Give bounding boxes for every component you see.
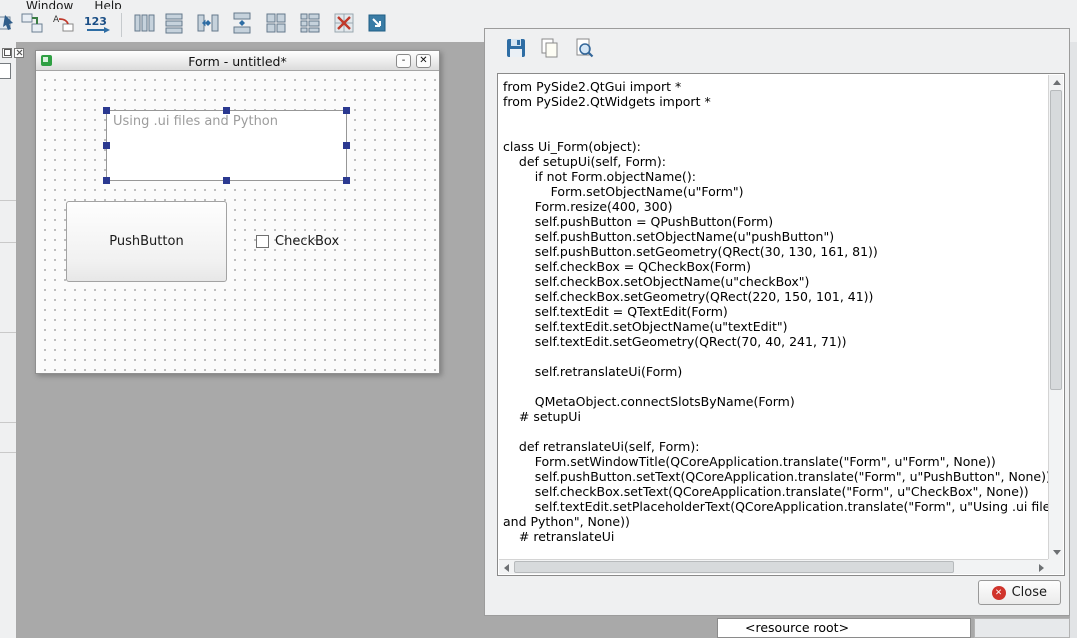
widget-filter-input[interactable]: [0, 63, 11, 79]
minimize-button[interactable]: -: [396, 54, 411, 68]
scrollbar-corner: [1048, 559, 1063, 574]
horizontal-scrollbar-thumb[interactable]: [514, 561, 954, 573]
textedit-placeholder: Using .ui files and Python: [107, 111, 346, 132]
pushbutton-label: PushButton: [109, 234, 183, 249]
code-dialog-toolbar: [503, 37, 596, 62]
tab-order-123-text: 123: [84, 15, 107, 28]
lay-out-horizontally-button[interactable]: [130, 11, 158, 39]
scroll-down-icon[interactable]: [1049, 545, 1064, 559]
selection-handle-bottom-mid[interactable]: [223, 177, 230, 184]
menu-window[interactable]: Window: [26, 0, 73, 9]
menu-help[interactable]: Help: [94, 0, 121, 9]
dock-divider: [0, 332, 16, 333]
selection-handle-bottom-left[interactable]: [103, 177, 110, 184]
lay-out-vertically-icon: [162, 11, 186, 39]
vertical-scrollbar[interactable]: [1048, 75, 1063, 559]
scroll-up-icon[interactable]: [1049, 75, 1064, 89]
edit-buddies-icon: A: [51, 11, 75, 39]
lay-out-in-grid-icon: [264, 11, 288, 39]
copy-button[interactable]: [537, 37, 562, 62]
edit-tab-order-icon: 123: [82, 11, 112, 39]
find-button[interactable]: [571, 37, 596, 62]
scroll-right-icon[interactable]: [1034, 560, 1048, 575]
dock-close-icon[interactable]: [14, 48, 24, 58]
dock-divider: [0, 200, 16, 201]
adjust-size-button[interactable]: [363, 11, 391, 39]
save-button[interactable]: [503, 37, 528, 62]
designed-pushbutton[interactable]: PushButton: [66, 201, 227, 282]
menubar: Window Help: [0, 0, 1077, 9]
save-icon: [505, 37, 527, 63]
edit-tab-order-button[interactable]: 123: [80, 11, 114, 39]
vertical-scrollbar-thumb[interactable]: [1050, 90, 1062, 390]
form-window-titlebar[interactable]: Form - untitled* - ✕: [36, 51, 439, 71]
close-button[interactable]: ✕: [416, 54, 431, 68]
scroll-left-icon[interactable]: [499, 560, 513, 575]
checkbox-label: CheckBox: [275, 234, 339, 249]
edit-widgets-icon: [0, 11, 17, 39]
edit-widgets-button[interactable]: [0, 11, 19, 39]
form-window: Form - untitled* - ✕ Using .ui files and…: [35, 50, 440, 374]
selection-handle-top-left[interactable]: [103, 107, 110, 114]
form-canvas[interactable]: Using .ui files and Python PushButton Ch…: [36, 71, 439, 373]
copy-icon: [539, 37, 561, 63]
dock-divider: [0, 452, 16, 453]
dialog-close-icon: ✕: [992, 586, 1006, 600]
selection-handle-bottom-right[interactable]: [343, 177, 350, 184]
lay-out-vertically-in-splitter-icon: [230, 11, 254, 39]
resource-browser-side-panel: [974, 618, 1070, 638]
selection-handle-top-right[interactable]: [343, 107, 350, 114]
lay-out-in-form-layout-button[interactable]: [296, 11, 324, 39]
dialog-close-button[interactable]: ✕ Close: [978, 580, 1061, 605]
break-layout-button[interactable]: [330, 11, 358, 39]
lay-out-horizontally-in-splitter-icon: [196, 11, 220, 39]
dock-divider: [0, 422, 16, 423]
horizontal-scrollbar[interactable]: [499, 559, 1048, 574]
lay-out-vertically-button[interactable]: [160, 11, 188, 39]
selection-handle-top-mid[interactable]: [223, 107, 230, 114]
adjust-size-icon: [365, 11, 389, 39]
code-text[interactable]: from PySide2.QtGui import * from PySide2…: [499, 75, 1048, 559]
svg-text:A: A: [53, 15, 60, 25]
designed-textedit[interactable]: Using .ui files and Python: [106, 110, 347, 181]
dialog-close-label: Close: [1012, 585, 1047, 600]
view-python-code-dialog: from PySide2.QtGui import * from PySide2…: [484, 28, 1070, 616]
designed-checkbox[interactable]: CheckBox: [256, 221, 357, 262]
lay-out-in-form-layout-icon: [298, 11, 322, 39]
dock-float-button[interactable]: [2, 48, 12, 58]
form-window-title: Form - untitled*: [36, 54, 439, 69]
edit-buddies-button[interactable]: A: [49, 11, 77, 39]
qt-designer-app: Window Help A 123: [0, 0, 1077, 638]
code-view[interactable]: from PySide2.QtGui import * from PySide2…: [497, 73, 1065, 576]
edit-signals-slots-icon: [20, 11, 44, 39]
right-edge-panel: [1070, 42, 1077, 638]
break-layout-icon: [332, 11, 356, 39]
resource-browser-panel: <resource root>: [717, 618, 971, 638]
lay-out-in-grid-button[interactable]: [262, 11, 290, 39]
dock-divider: [0, 242, 16, 243]
selection-handle-mid-right[interactable]: [343, 142, 350, 149]
lay-out-horizontally-icon: [132, 11, 156, 39]
lay-out-vertically-in-splitter-button[interactable]: [228, 11, 256, 39]
lay-out-horizontally-in-splitter-button[interactable]: [194, 11, 222, 39]
edit-signals-slots-button[interactable]: [18, 11, 46, 39]
resource-root-item[interactable]: <resource root>: [718, 619, 970, 637]
widget-box-dock: [0, 42, 17, 638]
selection-handle-mid-left[interactable]: [103, 142, 110, 149]
toolbar-separator: [121, 13, 122, 37]
find-icon: [573, 37, 595, 63]
checkbox-indicator[interactable]: [256, 235, 269, 248]
